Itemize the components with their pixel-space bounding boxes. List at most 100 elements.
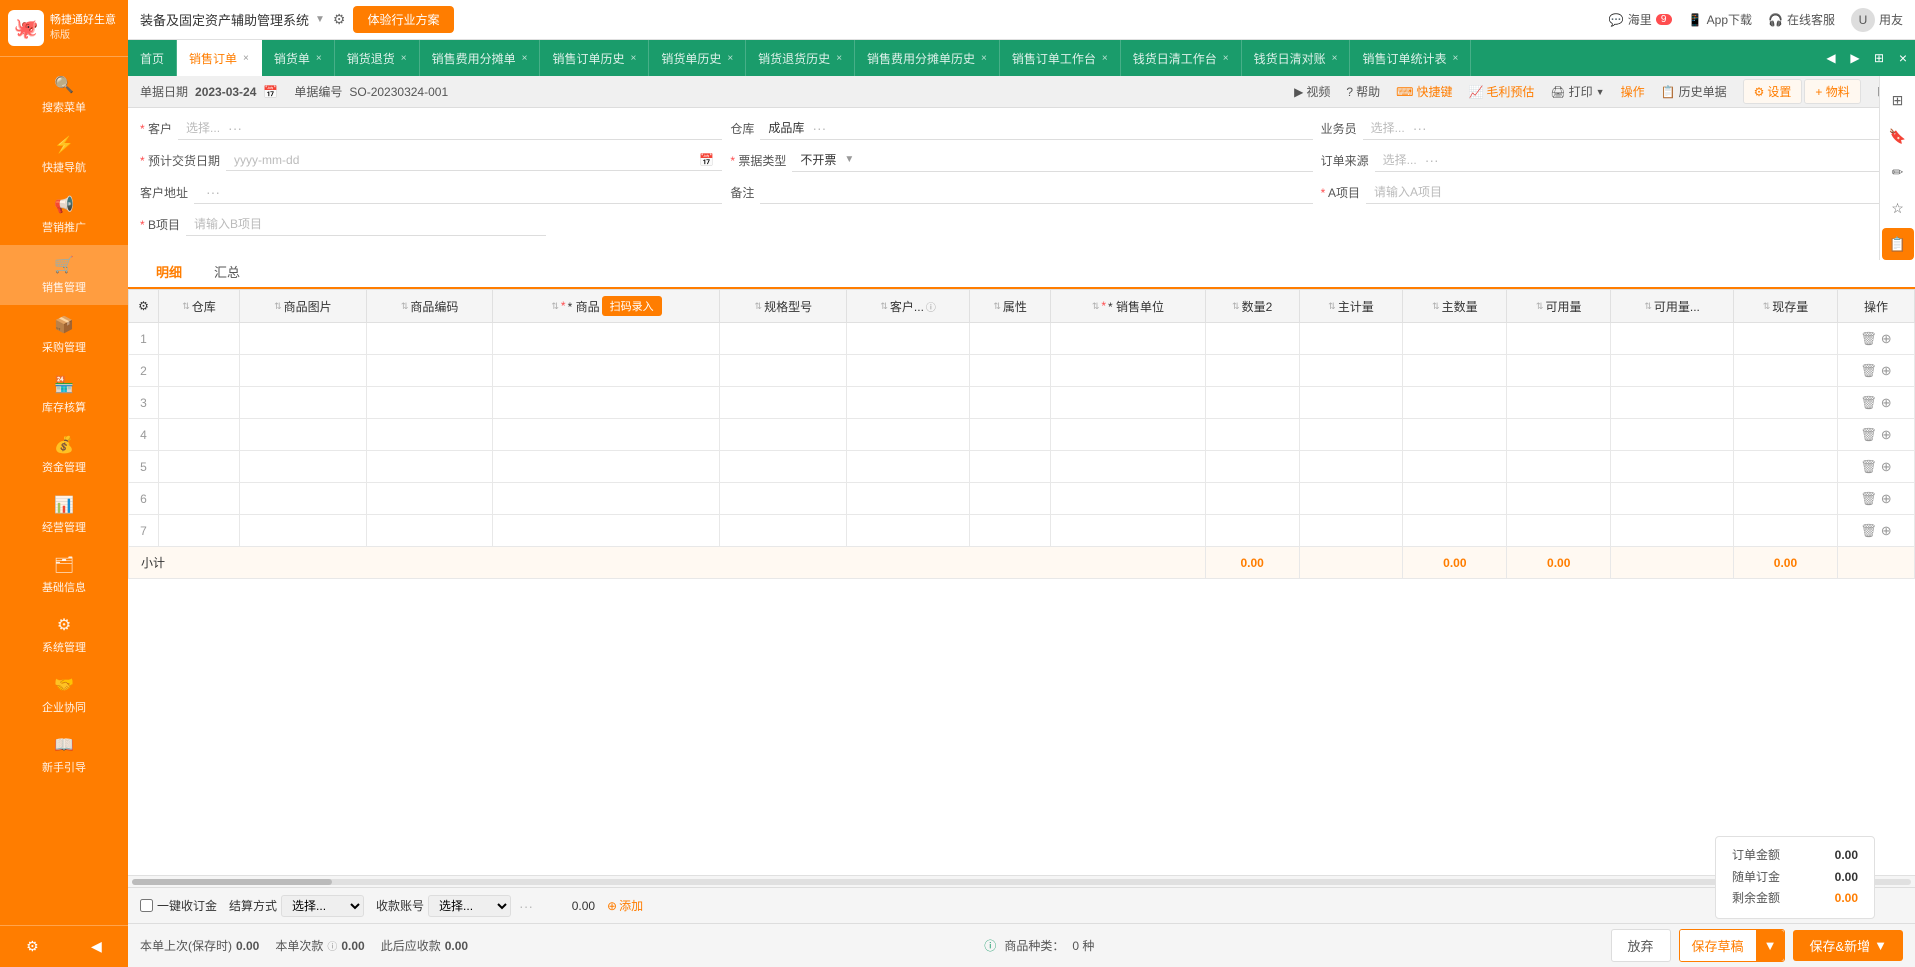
cell-row4-col4[interactable] xyxy=(720,419,847,451)
staff-input[interactable]: 选择... ··· xyxy=(1363,116,1903,140)
cell-row7-col6[interactable] xyxy=(970,515,1051,547)
order-source-dots-icon[interactable]: ··· xyxy=(1425,152,1439,168)
sort-icon-main-unit[interactable]: ⇅ xyxy=(1328,301,1336,312)
cell-row1-col12[interactable] xyxy=(1611,323,1734,355)
invoice-type-select[interactable]: 不开票 ▼ xyxy=(792,148,1312,172)
cell-row6-col0[interactable] xyxy=(159,483,240,515)
table-header-gear[interactable]: ⚙ xyxy=(129,290,159,323)
copy-icon[interactable]: ⊕ xyxy=(1881,459,1892,475)
sidebar-settings-icon[interactable]: ⚙ xyxy=(26,938,39,955)
toolbar-profit[interactable]: 📈 毛利预估 xyxy=(1468,83,1534,100)
cell-row6-col6[interactable] xyxy=(970,483,1051,515)
sort-icon-code[interactable]: ⇅ xyxy=(401,301,409,312)
cell-row7-col9[interactable] xyxy=(1299,515,1403,547)
tab-close-history3[interactable]: × xyxy=(836,53,842,64)
cell-row3-col6[interactable] xyxy=(970,387,1051,419)
save-draft-arrow-button[interactable]: ▼ xyxy=(1756,930,1785,961)
cell-row7-col12[interactable] xyxy=(1611,515,1734,547)
cell-row6-col5[interactable] xyxy=(847,483,970,515)
sidebar-item-finance[interactable]: 💰 资金管理 xyxy=(0,425,128,485)
copy-icon[interactable]: ⊕ xyxy=(1881,523,1892,539)
copy-icon[interactable]: ⊕ xyxy=(1881,363,1892,379)
cell-row7-col4[interactable] xyxy=(720,515,847,547)
cell-row6-col3[interactable] xyxy=(493,483,720,515)
cell-row6-col11[interactable] xyxy=(1507,483,1611,515)
cell-row7-col8[interactable] xyxy=(1205,515,1299,547)
cell-row4-col14[interactable]: 🗑⊕ xyxy=(1837,419,1914,451)
copy-icon[interactable]: ⊕ xyxy=(1881,395,1892,411)
delete-icon[interactable]: 🗑 xyxy=(1860,459,1877,475)
cell-row5-col1[interactable] xyxy=(240,451,367,483)
sort-icon-spec[interactable]: ⇅ xyxy=(755,301,763,312)
cell-row3-col4[interactable] xyxy=(720,387,847,419)
cell-row1-col3[interactable] xyxy=(493,323,720,355)
cell-row3-col0[interactable] xyxy=(159,387,240,419)
tab-close-workbench[interactable]: × xyxy=(1102,53,1108,64)
receipt-dots-icon[interactable]: ··· xyxy=(519,898,533,914)
cell-row6-col1[interactable] xyxy=(240,483,367,515)
customer-address-input[interactable]: ··· xyxy=(194,181,722,204)
cell-row2-col9[interactable] xyxy=(1299,355,1403,387)
sort-icon-product[interactable]: ⇅ xyxy=(551,301,559,312)
cell-row7-col13[interactable] xyxy=(1734,515,1838,547)
tab-daily-reconcile[interactable]: 钱货日清对账 × xyxy=(1242,40,1351,76)
cell-row4-col1[interactable] xyxy=(240,419,367,451)
horizontal-scrollbar[interactable] xyxy=(128,875,1915,887)
cell-row5-col6[interactable] xyxy=(970,451,1051,483)
cell-row5-col9[interactable] xyxy=(1299,451,1403,483)
cell-row5-col5[interactable] xyxy=(847,451,970,483)
cell-row7-col5[interactable] xyxy=(847,515,970,547)
cell-row1-col11[interactable] xyxy=(1507,323,1611,355)
cell-row1-col13[interactable] xyxy=(1734,323,1838,355)
tab-daily-workbench[interactable]: 钱货日清工作台 × xyxy=(1121,40,1242,76)
user-avatar-item[interactable]: U 用友 xyxy=(1851,8,1903,32)
sidebar-item-cooperation[interactable]: 🤝 企业协同 xyxy=(0,665,128,725)
cell-row5-col8[interactable] xyxy=(1205,451,1299,483)
tab-cost-history[interactable]: 销售费用分摊单历史 × xyxy=(855,40,1000,76)
tab-close-all-btn[interactable]: × xyxy=(1891,40,1915,76)
cell-row3-col2[interactable] xyxy=(366,387,493,419)
save-new-button[interactable]: 保存&新增 ▼ xyxy=(1793,930,1903,961)
cell-row2-col6[interactable] xyxy=(970,355,1051,387)
cell-row1-col14[interactable]: 🗑⊕ xyxy=(1837,323,1914,355)
cell-row3-col11[interactable] xyxy=(1507,387,1611,419)
cell-row5-col10[interactable] xyxy=(1403,451,1507,483)
customer-dots-icon[interactable]: ··· xyxy=(228,120,242,136)
a-project-input[interactable]: 请输入A项目 xyxy=(1366,180,1903,204)
cell-row4-col7[interactable] xyxy=(1051,419,1206,451)
cell-row5-col11[interactable] xyxy=(1507,451,1611,483)
cell-row5-col2[interactable] xyxy=(366,451,493,483)
app-download-item[interactable]: 📱 App下载 xyxy=(1688,11,1752,28)
cell-row4-col0[interactable] xyxy=(159,419,240,451)
cell-row7-col1[interactable] xyxy=(240,515,367,547)
tab-sales-stats[interactable]: 销售订单统计表 × xyxy=(1350,40,1471,76)
cell-row3-col1[interactable] xyxy=(240,387,367,419)
gear-icon[interactable]: ⚙ xyxy=(138,299,149,313)
system-title-dropdown-icon[interactable]: ▼ xyxy=(315,14,325,25)
tab-prev-btn[interactable]: ◀ xyxy=(1819,40,1843,76)
sidebar-item-system[interactable]: ⚙ 系统管理 xyxy=(0,605,128,665)
cell-row6-col2[interactable] xyxy=(366,483,493,515)
tab-next-btn[interactable]: ▶ xyxy=(1843,40,1867,76)
delete-icon[interactable]: 🗑 xyxy=(1860,395,1877,411)
tab-sales-return[interactable]: 销货退货 × xyxy=(335,40,420,76)
toolbar-shortcut[interactable]: ⌨ 快捷键 xyxy=(1396,83,1452,100)
cell-row3-col8[interactable] xyxy=(1205,387,1299,419)
delete-icon[interactable]: 🗑 xyxy=(1860,523,1877,539)
customer-address-dots-icon[interactable]: ··· xyxy=(206,184,220,200)
sort-icon-img[interactable]: ⇅ xyxy=(274,301,282,312)
toolbar-help[interactable]: ? 帮助 xyxy=(1346,83,1380,100)
sidebar-item-sales[interactable]: 🛒 销售管理 xyxy=(0,245,128,305)
tab-close-sales-stats[interactable]: × xyxy=(1452,53,1458,64)
cell-row2-col4[interactable] xyxy=(720,355,847,387)
tab-home[interactable]: 首页 xyxy=(128,40,177,76)
cell-row3-col10[interactable] xyxy=(1403,387,1507,419)
delivery-calendar-icon[interactable]: 📅 xyxy=(699,153,714,167)
cell-row4-col10[interactable] xyxy=(1403,419,1507,451)
tab-sales-cost[interactable]: 销售费用分摊单 × xyxy=(420,40,541,76)
tab-close-daily-workbench[interactable]: × xyxy=(1223,53,1229,64)
receipt-account-select[interactable]: 选择... xyxy=(428,895,511,917)
cell-row4-col12[interactable] xyxy=(1611,419,1734,451)
sort-icon-main-qty[interactable]: ⇅ xyxy=(1432,301,1440,312)
cell-row1-col1[interactable] xyxy=(240,323,367,355)
